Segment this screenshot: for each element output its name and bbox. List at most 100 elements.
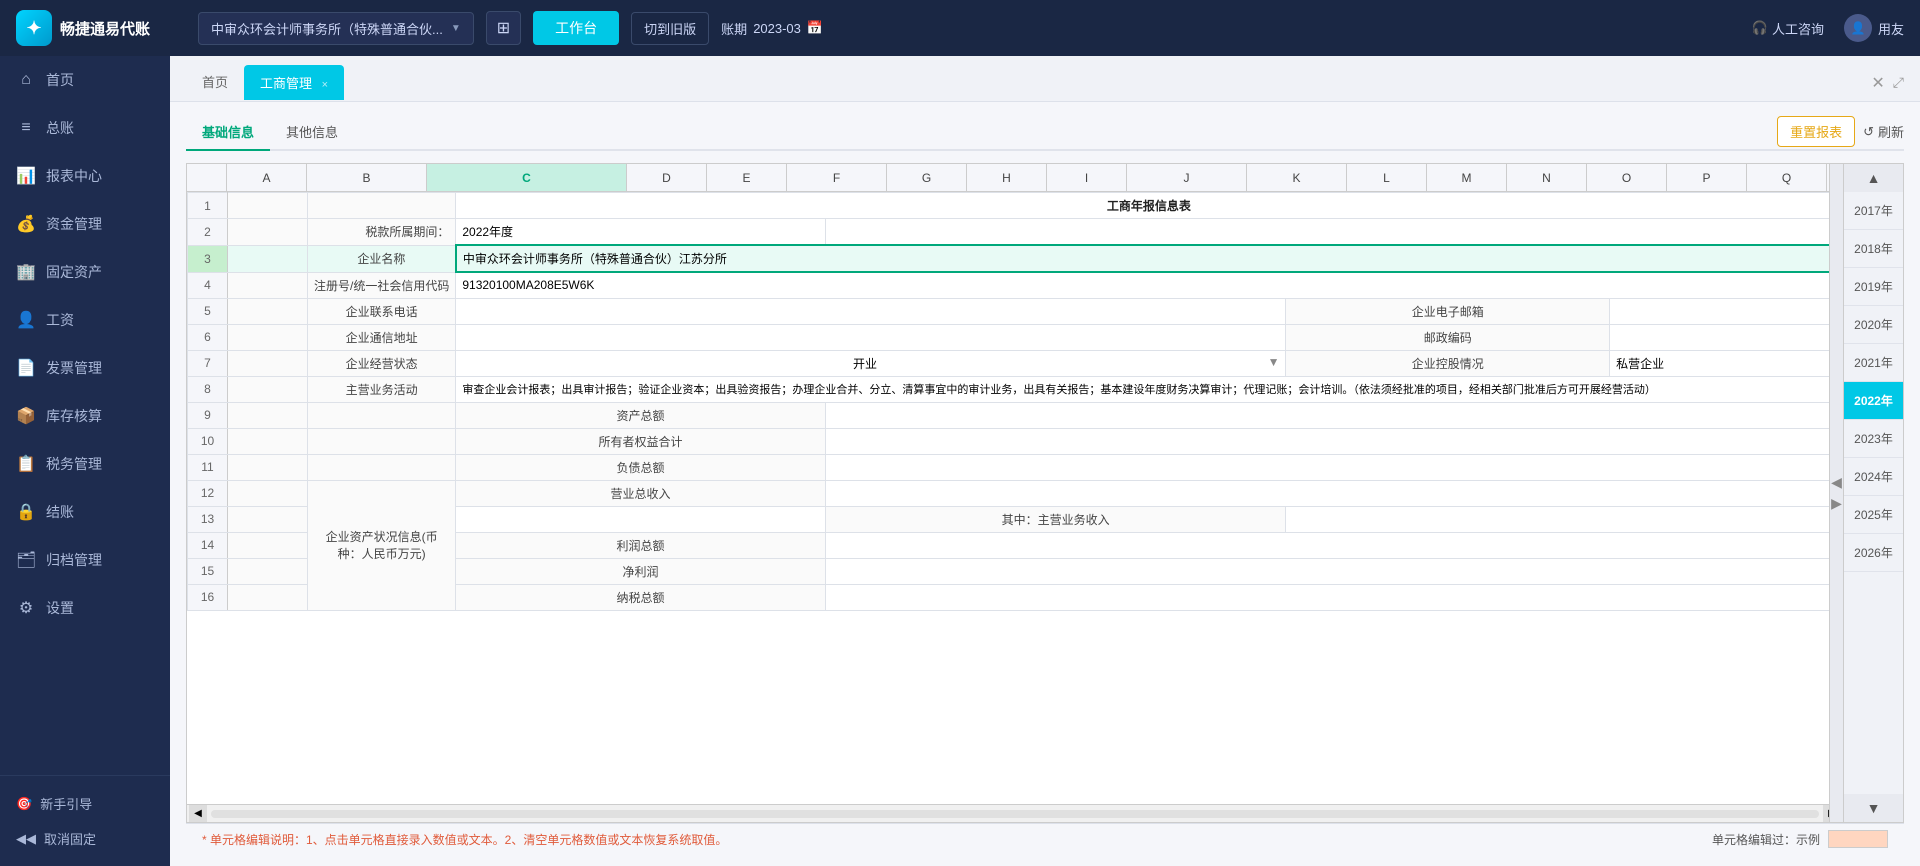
workbench-button[interactable]: 工作台: [533, 11, 619, 45]
cell-4c[interactable]: 91320100MA208E5W6K: [456, 272, 1842, 298]
year-item-2025[interactable]: 2025年: [1844, 496, 1903, 534]
cell-7a[interactable]: [228, 350, 308, 376]
cell-13g[interactable]: [1286, 506, 1842, 532]
cell-9c[interactable]: 资产总额: [456, 402, 825, 428]
unpin-item[interactable]: ◀◀ 取消固定: [0, 821, 170, 856]
tab-industry[interactable]: 工商管理 ×: [244, 65, 344, 100]
spreadsheet-body[interactable]: 1 工商年报信息表 2 税款所属期间： 2022年度: [187, 192, 1843, 804]
cell-10a[interactable]: [228, 428, 308, 454]
cell-5a[interactable]: [228, 298, 308, 324]
cell-15d[interactable]: [825, 558, 1842, 584]
user-menu[interactable]: 👤 用友: [1844, 14, 1904, 42]
cell-11d[interactable]: [825, 454, 1842, 480]
cell-4b[interactable]: 注册号/统一社会信用代码: [308, 272, 456, 298]
cell-2d[interactable]: [825, 219, 1842, 246]
new-guide-item[interactable]: 🎯 新手引导: [0, 786, 170, 821]
cell-14a[interactable]: [228, 532, 308, 558]
h-scroll-track[interactable]: [211, 810, 1819, 818]
sidebar-item-archive[interactable]: 🗂 归档管理: [0, 536, 170, 584]
cell-16d[interactable]: [825, 584, 1842, 610]
year-nav-up-btn[interactable]: ▲: [1844, 164, 1903, 192]
sub-tab-other[interactable]: 其他信息: [270, 114, 354, 151]
cell-10c[interactable]: 所有者权益合计: [456, 428, 825, 454]
cell-12d[interactable]: [825, 480, 1842, 506]
cell-1a[interactable]: [228, 193, 308, 219]
year-item-2023[interactable]: 2023年: [1844, 420, 1903, 458]
sidebar-item-assets[interactable]: 🏢 固定资产: [0, 248, 170, 296]
cell-12a[interactable]: [228, 480, 308, 506]
cell-11a[interactable]: [228, 454, 308, 480]
cell-16c[interactable]: 纳税总额: [456, 584, 825, 610]
sidebar-item-home[interactable]: ⌂ 首页: [0, 56, 170, 104]
cell-6b[interactable]: 企业通信地址: [308, 324, 456, 350]
window-expand-button[interactable]: ⤢: [1893, 74, 1904, 91]
cell-8a[interactable]: [228, 376, 308, 402]
tab-home[interactable]: 首页: [186, 64, 244, 101]
window-close-button[interactable]: ✕: [1871, 73, 1884, 93]
cell-13e[interactable]: 其中：主营业务收入: [825, 506, 1286, 532]
cell-3c[interactable]: 中审众环会计师事务所（特殊普通合伙）江苏分所: [456, 245, 1842, 272]
calendar-icon[interactable]: 📅: [807, 20, 823, 36]
cell-1-title[interactable]: 工商年报信息表: [456, 193, 1842, 219]
consult-button[interactable]: 🎧 人工咨询: [1752, 19, 1824, 38]
cell-9b[interactable]: [308, 402, 456, 428]
cell-3b[interactable]: 企业名称: [308, 245, 456, 272]
cell-14c[interactable]: 利润总额: [456, 532, 825, 558]
cell-13c[interactable]: [456, 506, 825, 532]
year-nav-down-btn[interactable]: ▼: [1844, 794, 1903, 822]
sidebar-item-finance[interactable]: 💰 资金管理: [0, 200, 170, 248]
year-item-2022[interactable]: 2022年: [1844, 382, 1903, 420]
cell-2c[interactable]: 2022年度: [456, 219, 825, 246]
cell-6a[interactable]: [228, 324, 308, 350]
cell-3a[interactable]: [228, 245, 308, 272]
year-item-2017[interactable]: 2017年: [1844, 192, 1903, 230]
cell-6k[interactable]: [1610, 324, 1842, 350]
reset-report-button[interactable]: 重置报表: [1777, 116, 1855, 147]
sidebar-item-tax[interactable]: 📋 税务管理: [0, 440, 170, 488]
cell-12c[interactable]: 营业总收入: [456, 480, 825, 506]
cell-5b[interactable]: 企业联系电话: [308, 298, 456, 324]
sidebar-item-ledger[interactable]: ≡ 总账: [0, 104, 170, 152]
h-scroll-left-btn[interactable]: ◀: [189, 805, 207, 823]
cell-12b[interactable]: 企业资产状况信息(币种：人民币万元): [308, 480, 456, 610]
cell-5j[interactable]: 企业电子邮箱: [1286, 298, 1610, 324]
cell-4a[interactable]: [228, 272, 308, 298]
cell-6j[interactable]: 邮政编码: [1286, 324, 1610, 350]
sidebar-item-salary[interactable]: 👤 工资: [0, 296, 170, 344]
cell-7c[interactable]: 开业 ▼: [456, 350, 1286, 376]
cell-8c[interactable]: 审查企业会计报表；出具审计报告；验证企业资本；出具验资报告；办理企业合并、分立、…: [456, 376, 1842, 402]
cell-1b[interactable]: [308, 193, 456, 219]
cell-2b[interactable]: 税款所属期间：: [308, 219, 456, 246]
cell-10d[interactable]: [825, 428, 1842, 454]
h-scrollbar[interactable]: ◀ ▶: [187, 804, 1843, 822]
cell-11b[interactable]: [308, 454, 456, 480]
cell-16a[interactable]: [228, 584, 308, 610]
cell-6c[interactable]: [456, 324, 1286, 350]
year-item-2019[interactable]: 2019年: [1844, 268, 1903, 306]
year-item-2026[interactable]: 2026年: [1844, 534, 1903, 572]
cell-5k[interactable]: [1610, 298, 1842, 324]
sidebar-item-reports[interactable]: 📊 报表中心: [0, 152, 170, 200]
copy-button[interactable]: ⊞: [486, 11, 521, 45]
year-item-2018[interactable]: 2018年: [1844, 230, 1903, 268]
cell-15c[interactable]: 净利润: [456, 558, 825, 584]
cell-7k[interactable]: 私营企业: [1610, 350, 1842, 376]
tab-close-button[interactable]: ×: [322, 79, 328, 91]
right-panel-resize[interactable]: ◀ ▶: [1829, 164, 1843, 822]
cell-10b[interactable]: [308, 428, 456, 454]
cell-9d[interactable]: [825, 402, 1842, 428]
cell-2a[interactable]: [228, 219, 308, 246]
company-selector[interactable]: 中审众环会计师事务所（特殊普通合伙... ▼: [198, 12, 474, 45]
cell-7b[interactable]: 企业经营状态: [308, 350, 456, 376]
cell-5c[interactable]: [456, 298, 1286, 324]
cell-15a[interactable]: [228, 558, 308, 584]
year-item-2021[interactable]: 2021年: [1844, 344, 1903, 382]
sidebar-item-inventory[interactable]: 📦 库存核算: [0, 392, 170, 440]
year-item-2024[interactable]: 2024年: [1844, 458, 1903, 496]
cell-8b[interactable]: 主营业务活动: [308, 376, 456, 402]
cell-13a[interactable]: [228, 506, 308, 532]
refresh-button[interactable]: ↺ 刷新: [1863, 122, 1904, 141]
sidebar-item-closing[interactable]: 🔒 结账: [0, 488, 170, 536]
cell-7j[interactable]: 企业控股情况: [1286, 350, 1610, 376]
cell-11c[interactable]: 负债总额: [456, 454, 825, 480]
